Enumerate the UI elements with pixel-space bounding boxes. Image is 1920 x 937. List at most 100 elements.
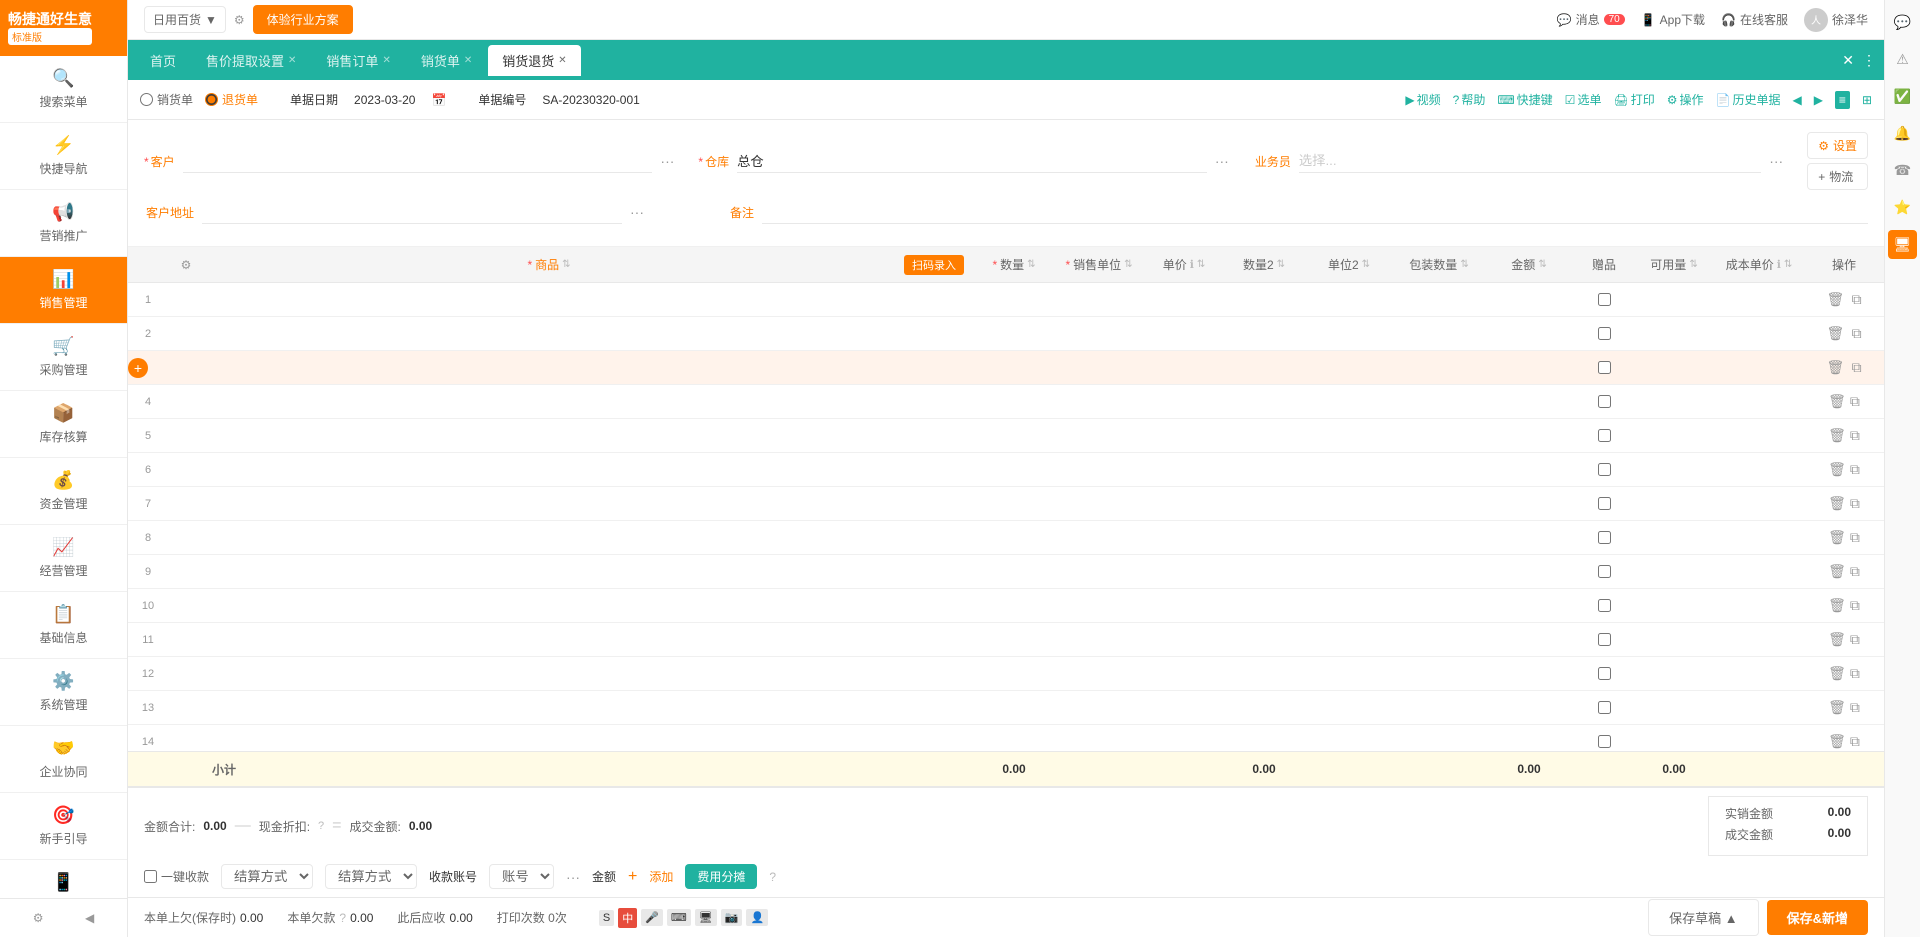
tab-close-icon[interactable]: ✕	[382, 55, 390, 66]
sidebar-settings-icon[interactable]: ⚙	[33, 911, 44, 925]
sidebar-collapse-icon[interactable]: ◀	[85, 911, 94, 925]
delete-icon[interactable]: 🗑	[1826, 359, 1844, 375]
sort-icon[interactable]: ⇅	[1538, 259, 1546, 270]
tab-sales-order[interactable]: 销售订单 ✕	[312, 45, 404, 76]
address-ellipsis[interactable]: ···	[630, 204, 644, 220]
gift-checkbox[interactable]	[1598, 463, 1611, 476]
row-product[interactable]	[204, 360, 894, 375]
screen-icon[interactable]: 🖥	[695, 909, 717, 926]
delete-icon[interactable]: 🗑	[1828, 563, 1846, 579]
settings-button[interactable]: ⚙ 设置	[1807, 132, 1868, 159]
row-gift[interactable]	[1574, 293, 1634, 306]
fee-split-button[interactable]: 费用分摊	[685, 864, 757, 889]
keyboard-icon[interactable]: ⌨	[667, 909, 691, 926]
settlement-select[interactable]: 结算方式	[221, 864, 313, 889]
delete-icon[interactable]: 🗑	[1828, 597, 1846, 613]
tab-close-icon[interactable]: ✕	[288, 55, 296, 66]
logistics-button[interactable]: + 物流	[1807, 163, 1868, 190]
tab-home[interactable]: 首页	[136, 45, 190, 76]
sort-icon[interactable]: ⇅	[562, 259, 570, 270]
user-item[interactable]: 人 徐泽华	[1804, 8, 1868, 32]
copy-icon[interactable]: ⧉	[1852, 325, 1862, 341]
warehouse-input[interactable]	[737, 149, 1207, 173]
warehouse-ellipsis[interactable]: ···	[1215, 153, 1229, 169]
sort-icon[interactable]: ⇅	[1124, 259, 1132, 270]
tab-close-icon[interactable]: ✕	[464, 55, 472, 66]
right-sidebar-star[interactable]: ⭐	[1888, 193, 1917, 222]
save-draft-button[interactable]: 保存草稿 ▲	[1648, 899, 1759, 936]
sidebar-item-finance[interactable]: 💰 资金管理	[0, 458, 127, 525]
print-btn[interactable]: 🖨 打印	[1613, 91, 1654, 108]
history-btn[interactable]: 📄 历史单据	[1715, 91, 1780, 108]
calc-select[interactable]: 结算方式	[325, 864, 417, 889]
copy-icon[interactable]: ⧉	[1850, 699, 1860, 715]
delete-icon[interactable]: 🗑	[1828, 495, 1846, 511]
account-select[interactable]: 账号	[489, 864, 554, 889]
sort-icon[interactable]: ⇅	[1362, 259, 1370, 270]
prev-icon[interactable]: ◀	[1792, 93, 1801, 107]
copy-icon[interactable]: ⧉	[1850, 461, 1860, 477]
gift-checkbox[interactable]	[1598, 497, 1611, 510]
sidebar-item-search[interactable]: 🔍 搜索菜单	[0, 56, 127, 123]
experience-button[interactable]: 体验行业方案	[253, 5, 353, 34]
sort-icon[interactable]: ⇅	[1277, 259, 1285, 270]
fee-info-icon[interactable]: ?	[769, 870, 776, 884]
gift-checkbox[interactable]	[1598, 327, 1611, 340]
note-input[interactable]	[762, 200, 1868, 224]
help-btn[interactable]: ? 帮助	[1453, 91, 1486, 108]
gift-checkbox[interactable]	[1598, 735, 1611, 748]
gift-checkbox[interactable]	[1598, 361, 1611, 374]
sidebar-item-sales[interactable]: 📊 销售管理	[0, 257, 127, 324]
right-sidebar-check[interactable]: ✅	[1888, 82, 1917, 111]
photo-icon[interactable]: 📷	[721, 909, 743, 926]
right-sidebar-warn[interactable]: ⚠	[1890, 45, 1915, 74]
daily-select[interactable]: 日用百货 ▼	[144, 6, 226, 33]
sidebar-item-system[interactable]: ⚙️ 系统管理	[0, 659, 127, 726]
select-btn[interactable]: ☑ 选单	[1565, 91, 1602, 108]
sidebar-item-purchase[interactable]: 🛒 采购管理	[0, 324, 127, 391]
radio-return[interactable]: 退货单	[205, 91, 258, 108]
sort-icon[interactable]: ⇅	[1689, 259, 1697, 270]
delete-icon[interactable]: 🗑	[1826, 325, 1844, 341]
delete-icon[interactable]: 🗑	[1828, 427, 1846, 443]
copy-icon[interactable]: ⧉	[1850, 529, 1860, 545]
tab-sales-delivery[interactable]: 销货单 ✕	[407, 45, 486, 76]
account-ellipsis[interactable]: ···	[566, 869, 580, 885]
row-gift[interactable]	[1574, 361, 1634, 374]
one-click-checkbox[interactable]	[144, 870, 157, 883]
price-info-icon[interactable]: ℹ	[1190, 258, 1194, 271]
gift-checkbox[interactable]	[1598, 633, 1611, 646]
delete-icon[interactable]: 🗑	[1828, 665, 1846, 681]
sidebar-item-inventory[interactable]: 📦 库存核算	[0, 391, 127, 458]
debt-info-icon[interactable]: ?	[339, 911, 346, 925]
copy-icon[interactable]: ⧉	[1852, 359, 1862, 375]
gift-checkbox[interactable]	[1598, 565, 1611, 578]
radio-delivery[interactable]: 销货单	[140, 91, 193, 108]
gear-icon[interactable]: ⚙	[181, 258, 192, 272]
gift-checkbox[interactable]	[1598, 429, 1611, 442]
gift-checkbox[interactable]	[1598, 293, 1611, 306]
delete-icon[interactable]: 🗑	[1828, 699, 1846, 715]
tab-sales-return[interactable]: 销货退货 ✕	[488, 45, 580, 76]
cost-info-icon[interactable]: ℹ	[1777, 258, 1781, 271]
sort-icon[interactable]: ⇅	[1460, 259, 1468, 270]
gift-checkbox[interactable]	[1598, 667, 1611, 680]
gift-checkbox[interactable]	[1598, 395, 1611, 408]
right-sidebar-bell[interactable]: 🔔	[1888, 119, 1917, 148]
delete-icon[interactable]: 🗑	[1826, 291, 1844, 307]
gift-checkbox[interactable]	[1598, 599, 1611, 612]
col-gear-header[interactable]: ⚙	[168, 258, 204, 272]
customer-ellipsis[interactable]: ···	[660, 153, 674, 169]
copy-icon[interactable]: ⧉	[1850, 733, 1860, 749]
salesman-ellipsis[interactable]: ···	[1769, 153, 1783, 169]
tab-close-all-icon[interactable]: ✕	[1842, 52, 1854, 69]
delete-icon[interactable]: 🗑	[1828, 631, 1846, 647]
sidebar-item-guide[interactable]: 🎯 新手引导	[0, 793, 127, 860]
shortcut-btn[interactable]: ⌨ 快捷键	[1497, 91, 1552, 108]
right-sidebar-screen[interactable]: 🖥	[1888, 230, 1918, 259]
sort-icon[interactable]: ⇅	[1027, 259, 1035, 270]
sort-icon[interactable]: ⇅	[1784, 259, 1792, 270]
mic-icon[interactable]: 🎤	[641, 909, 663, 926]
copy-icon[interactable]: ⧉	[1850, 665, 1860, 681]
add-row-button[interactable]: +	[128, 358, 148, 378]
